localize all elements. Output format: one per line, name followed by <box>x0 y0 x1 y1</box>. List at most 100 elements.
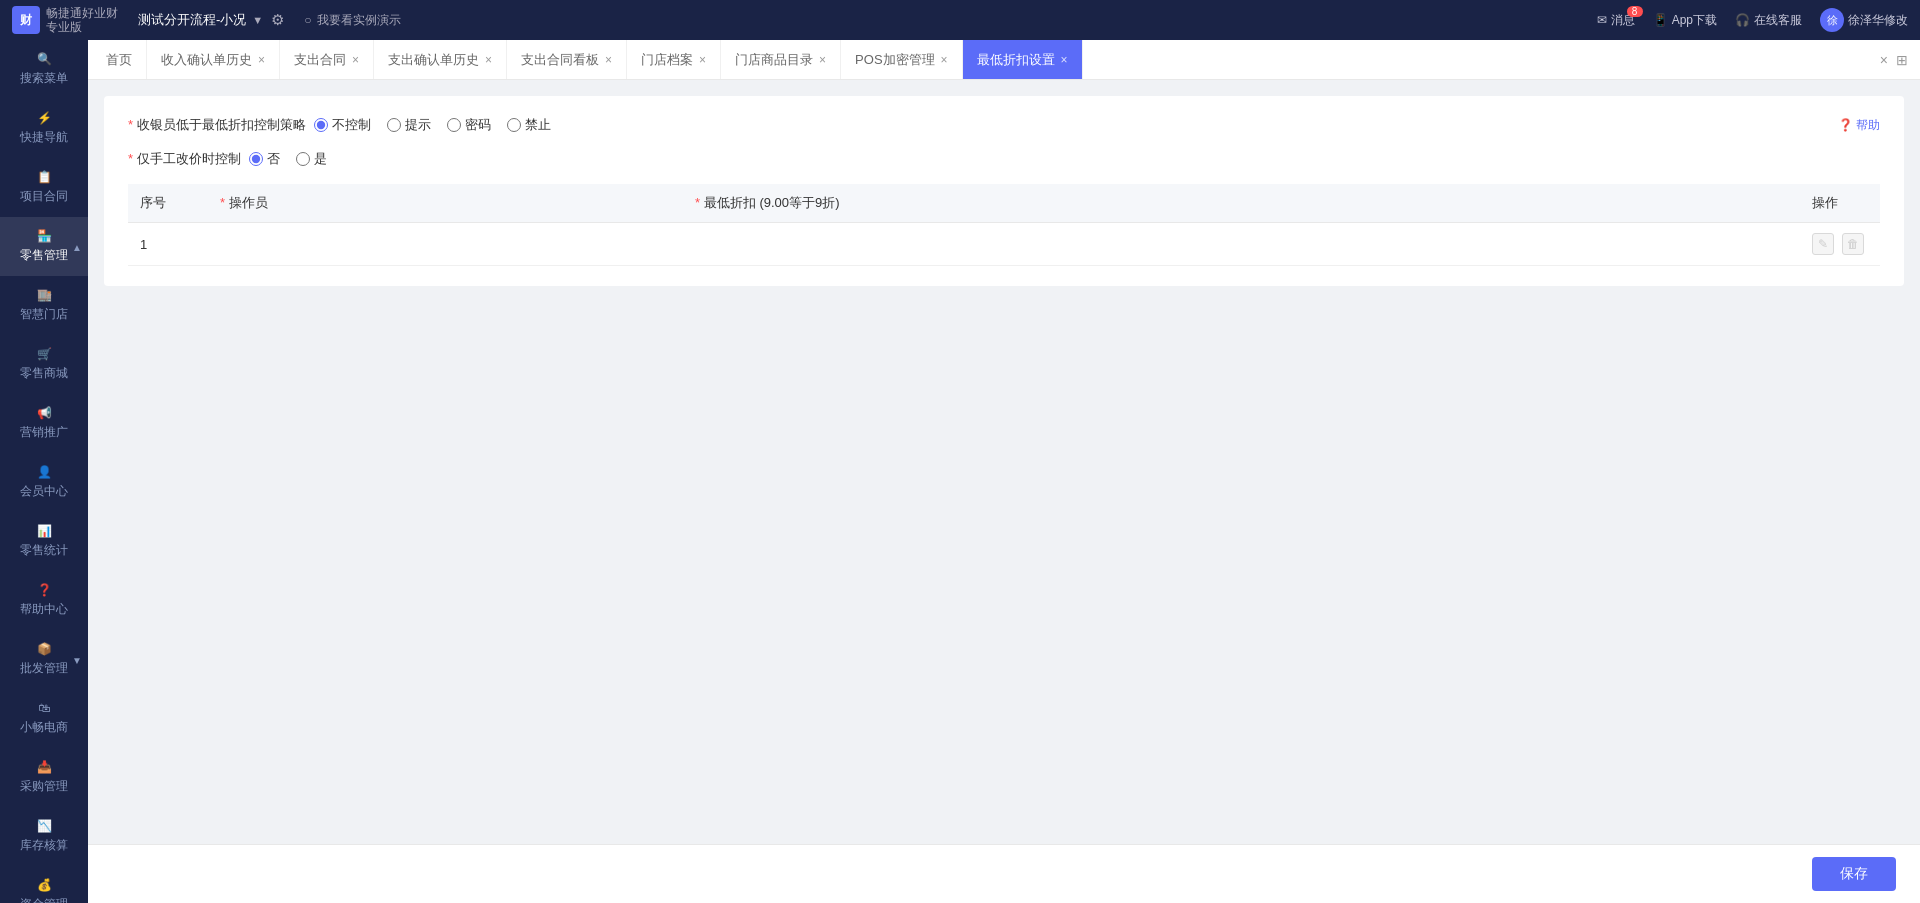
tabbar: 首页 收入确认单历史 × 支出合同 × 支出确认单历史 × 支出合同看板 × 门… <box>88 40 1920 80</box>
radio-password[interactable]: 密码 <box>447 116 491 134</box>
search-icon: 🔍 <box>37 52 52 66</box>
project-selector[interactable]: 测试分开流程-小况 ▼ <box>138 11 263 29</box>
radio-prompt[interactable]: 提示 <box>387 116 431 134</box>
radio-no-input[interactable] <box>249 152 263 166</box>
delete-row-button[interactable]: 🗑 <box>1842 233 1864 255</box>
store-icon: 🏪 <box>37 229 52 243</box>
discount-policy-radio-group: 不控制 提示 密码 禁止 <box>314 116 551 134</box>
megaphone-icon: 📢 <box>37 406 52 420</box>
tab-close-payment-board[interactable]: × <box>605 53 612 67</box>
sidebar-item-help[interactable]: ❓ 帮助中心 <box>0 571 88 630</box>
discount-table: 序号 操作员 最低折扣 (9.00等于9折) 操作 1 ✎ <box>128 184 1880 266</box>
table-header-row: 序号 操作员 最低折扣 (9.00等于9折) 操作 <box>128 184 1880 223</box>
help-icon: ❓ <box>37 583 52 597</box>
radio-yes[interactable]: 是 <box>296 150 327 168</box>
save-button[interactable]: 保存 <box>1812 857 1896 891</box>
tab-store-catalog[interactable]: 门店商品目录 × <box>721 40 841 80</box>
tab-close-store-file[interactable]: × <box>699 53 706 67</box>
user-menu[interactable]: 徐 徐泽华修改 <box>1820 8 1908 32</box>
tab-close-payment-confirm[interactable]: × <box>485 53 492 67</box>
chevron-up-icon: ▲ <box>72 241 82 252</box>
bag-icon: 🛍 <box>38 701 50 715</box>
tab-close-store-catalog[interactable]: × <box>819 53 826 67</box>
tab-income-confirm[interactable]: 收入确认单历史 × <box>147 40 280 80</box>
sidebar-item-finance[interactable]: 💰 资金管理 <box>0 866 88 903</box>
radio-forbid[interactable]: 禁止 <box>507 116 551 134</box>
cart-icon: 🛒 <box>37 347 52 361</box>
topbar: 财 畅捷通好业财 专业版 测试分开流程-小况 ▼ ⚙ ○ 我要看实例演示 ✉ 消… <box>0 0 1920 40</box>
demo-link[interactable]: ○ 我要看实例演示 <box>304 12 401 29</box>
sidebar-item-marketing[interactable]: 📢 营销推广 <box>0 394 88 453</box>
topbar-right: ✉ 消息 8 📱 App下载 🎧 在线客服 徐 徐泽华修改 <box>1597 8 1908 32</box>
settings-card: 收银员低于最低折扣控制策略 不控制 提示 密码 <box>104 96 1904 286</box>
chevron-down-icon: ▼ <box>252 14 263 26</box>
discount-policy-row: 收银员低于最低折扣控制策略 不控制 提示 密码 <box>128 116 1880 134</box>
logo: 财 畅捷通好业财 专业版 <box>12 6 118 35</box>
tab-payment-board[interactable]: 支出合同看板 × <box>507 40 627 80</box>
edit-row-button[interactable]: ✎ <box>1812 233 1834 255</box>
bottom-bar: 保存 <box>88 844 1920 903</box>
manual-price-row: 仅手工改价时控制 否 是 <box>128 150 1880 168</box>
cell-action: ✎ 🗑 <box>1800 223 1880 266</box>
sidebar-item-purchase[interactable]: 📥 采购管理 <box>0 748 88 807</box>
table-row: 1 ✎ 🗑 <box>128 223 1880 266</box>
topbar-settings-icon[interactable]: ⚙ <box>271 11 284 29</box>
tab-payment-contract[interactable]: 支出合同 × <box>280 40 374 80</box>
sidebar-item-ecommerce[interactable]: 🛍 小畅电商 <box>0 689 88 748</box>
radio-yes-input[interactable] <box>296 152 310 166</box>
sidebar-item-member-center[interactable]: 👤 会员中心 <box>0 453 88 512</box>
app-download-button[interactable]: 📱 App下载 <box>1653 12 1717 29</box>
radio-forbid-input[interactable] <box>507 118 521 132</box>
radio-no-control-input[interactable] <box>314 118 328 132</box>
col-header-action: 操作 <box>1800 184 1880 223</box>
box-icon: 📦 <box>37 642 52 656</box>
tab-close-all-icon[interactable]: × <box>1880 52 1888 68</box>
sidebar-item-retail-mall[interactable]: 🛒 零售商城 <box>0 335 88 394</box>
discount-policy-label: 收银员低于最低折扣控制策略 <box>128 116 306 134</box>
tab-close-pos-password[interactable]: × <box>941 53 948 67</box>
help-link[interactable]: ❓ 帮助 <box>1838 117 1880 134</box>
inventory-icon: 📉 <box>37 819 52 833</box>
sidebar-item-shortcuts[interactable]: ⚡ 快捷导航 <box>0 99 88 158</box>
online-service-button[interactable]: 🎧 在线客服 <box>1735 12 1802 29</box>
sidebar-item-project-contract[interactable]: 📋 项目合同 <box>0 158 88 217</box>
messages-badge: 8 <box>1627 6 1643 17</box>
radio-no-control[interactable]: 不控制 <box>314 116 371 134</box>
tab-min-discount[interactable]: 最低折扣设置 × <box>963 40 1083 80</box>
tab-store-file[interactable]: 门店档案 × <box>627 40 721 80</box>
sidebar-item-retail-stats[interactable]: 📊 零售统计 <box>0 512 88 571</box>
radio-prompt-input[interactable] <box>387 118 401 132</box>
money-icon: 💰 <box>37 878 52 892</box>
help-icon: ❓ <box>1838 118 1853 132</box>
content-area: 首页 收入确认单历史 × 支出合同 × 支出确认单历史 × 支出合同看板 × 门… <box>88 40 1920 903</box>
cell-seq: 1 <box>128 223 208 266</box>
tab-close-income-confirm[interactable]: × <box>258 53 265 67</box>
service-icon: 🎧 <box>1735 13 1750 27</box>
tab-close-min-discount[interactable]: × <box>1061 53 1068 67</box>
clipboard-icon: 📋 <box>37 170 52 184</box>
chart-icon: 📊 <box>37 524 52 538</box>
tab-payment-confirm[interactable]: 支出确认单历史 × <box>374 40 507 80</box>
radio-no[interactable]: 否 <box>249 150 280 168</box>
sidebar-item-batch-mgmt[interactable]: 📦 批发管理 ▼ <box>0 630 88 689</box>
radio-password-input[interactable] <box>447 118 461 132</box>
sidebar: 🔍 搜索菜单 ⚡ 快捷导航 📋 项目合同 🏪 零售管理 ▲ 🏬 智慧门店 🛒 零… <box>0 40 88 903</box>
manual-price-radio-group: 否 是 <box>249 150 327 168</box>
sidebar-item-inventory[interactable]: 📉 库存核算 <box>0 807 88 866</box>
circle-icon: ○ <box>304 13 311 27</box>
tab-more-icon[interactable]: ⊞ <box>1896 52 1908 68</box>
tab-home[interactable]: 首页 <box>92 40 147 80</box>
sidebar-item-search[interactable]: 🔍 搜索菜单 <box>0 40 88 99</box>
lightning-icon: ⚡ <box>37 111 52 125</box>
shop-icon: 🏬 <box>37 288 52 302</box>
logo-icon: 财 <box>12 6 40 34</box>
sidebar-item-retail-mgmt[interactable]: 🏪 零售管理 ▲ <box>0 217 88 276</box>
cell-operator <box>208 223 683 266</box>
page-content: 收银员低于最低折扣控制策略 不控制 提示 密码 <box>88 80 1920 844</box>
sidebar-item-smart-store[interactable]: 🏬 智慧门店 <box>0 276 88 335</box>
tabbar-end: × ⊞ <box>1872 52 1916 68</box>
tab-pos-password[interactable]: POS加密管理 × <box>841 40 962 80</box>
main-layout: 🔍 搜索菜单 ⚡ 快捷导航 📋 项目合同 🏪 零售管理 ▲ 🏬 智慧门店 🛒 零… <box>0 40 1920 903</box>
messages-button[interactable]: ✉ 消息 8 <box>1597 12 1635 29</box>
tab-close-payment-contract[interactable]: × <box>352 53 359 67</box>
